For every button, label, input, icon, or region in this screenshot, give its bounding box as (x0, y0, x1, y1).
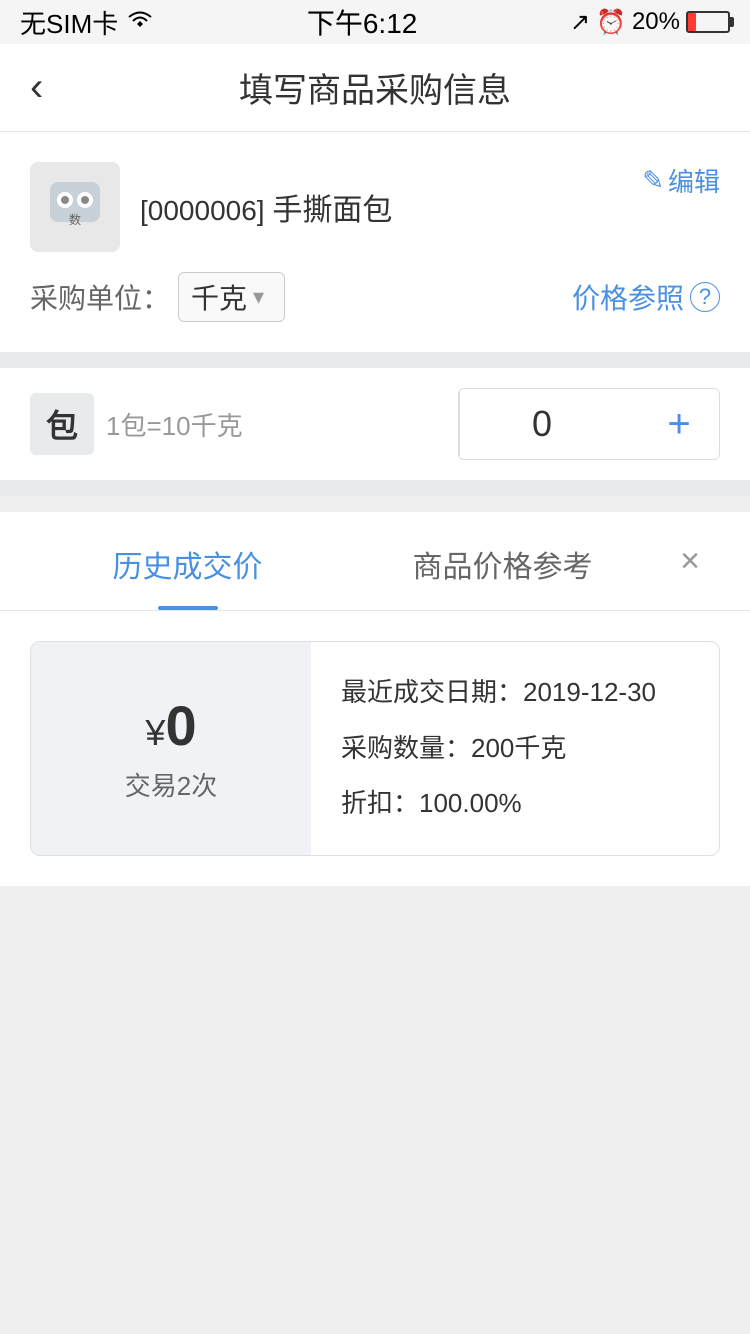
location-icon: ↗ (570, 8, 590, 37)
page-title: 填写商品采购信息 (239, 63, 511, 112)
dropdown-arrow: ▾ (253, 284, 264, 310)
transaction-detail-panel: 最近成交日期：2019-12-30 采购数量：200千克 折扣：100.00% (311, 642, 719, 855)
recent-date-value: 2019-12-30 (523, 677, 656, 707)
recent-date-label: 最近成交日期： (341, 677, 523, 707)
tab-bar: 历史成交价 商品价格参考 × (0, 512, 750, 611)
transaction-section: ¥0 交易2次 最近成交日期：2019-12-30 采购数量：200千克 折扣：… (0, 611, 750, 886)
unit-tag: 包 (30, 393, 94, 455)
unit-select-wrapper: 采购单位： 千克 ▾ (30, 272, 285, 322)
product-logo: 数 (45, 172, 105, 242)
tab-product-price-reference[interactable]: 商品价格参考 (345, 512, 660, 610)
edit-button[interactable]: ✎ 编辑 (642, 162, 720, 199)
transaction-quantity: 采购数量：200千克 (341, 728, 689, 770)
unit-dropdown[interactable]: 千克 ▾ (178, 272, 285, 322)
main-content: 数 [0000006] 手撕面包 ✎ 编辑 采购单位： 千克 ▾ (0, 132, 750, 1334)
product-header: 数 [0000006] 手撕面包 ✎ 编辑 (30, 162, 720, 252)
product-card: 数 [0000006] 手撕面包 ✎ 编辑 采购单位： 千克 ▾ (0, 132, 750, 352)
wifi-icon (126, 7, 154, 38)
back-button[interactable]: ‹ (30, 65, 43, 110)
quantity-plus-button[interactable]: + (639, 389, 719, 459)
price-symbol: ¥ (145, 712, 165, 753)
product-left: 数 [0000006] 手撕面包 (30, 162, 392, 252)
price-ref-help-icon: ? (690, 282, 720, 312)
quantity-label: 采购数量： (341, 733, 471, 763)
status-bar: 无SIM卡 下午6:12 ↗ ⏰ 20% (0, 0, 750, 44)
transaction-price: ¥0 (145, 693, 196, 758)
price-ref-label: 价格参照 (572, 277, 684, 317)
price-reference-button[interactable]: 价格参照 ? (572, 277, 720, 317)
edit-icon: ✎ (642, 165, 664, 196)
alarm-icon: ⏰ (596, 8, 626, 37)
status-left: 无SIM卡 (20, 4, 154, 41)
status-time: 下午6:12 (307, 2, 418, 42)
transaction-price-panel: ¥0 交易2次 (31, 642, 311, 855)
status-right: ↗ ⏰ 20% (570, 8, 730, 37)
transaction-card: ¥0 交易2次 最近成交日期：2019-12-30 采购数量：200千克 折扣：… (30, 641, 720, 856)
section-divider-2 (0, 480, 750, 496)
price-value: 0 (165, 694, 196, 757)
quantity-control: + (458, 388, 720, 460)
tab-product-price-label: 商品价格参考 (413, 551, 593, 584)
nav-bar: ‹ 填写商品采购信息 (0, 44, 750, 132)
carrier-label: 无SIM卡 (20, 4, 118, 41)
quantity-value: 200千克 (471, 733, 566, 763)
product-name: 手撕面包 (272, 194, 392, 227)
product-id: [0000006] (140, 195, 265, 226)
tab-history-price[interactable]: 历史成交价 (30, 512, 345, 610)
unit-label: 采购单位： (30, 277, 170, 317)
transaction-discount: 折扣：100.00% (341, 783, 689, 825)
transaction-count: 交易2次 (125, 766, 217, 803)
discount-value: 100.00% (419, 788, 522, 818)
product-unit-row: 采购单位： 千克 ▾ 价格参照 ? (30, 272, 720, 322)
product-thumbnail: 数 (30, 162, 120, 252)
product-name-wrapper: [0000006] 手撕面包 (140, 185, 392, 229)
battery-icon (686, 11, 730, 33)
quantity-row: 包 1包=10千克 + (0, 368, 750, 480)
battery-percent: 20% (632, 8, 680, 36)
close-button[interactable]: × (660, 531, 720, 591)
edit-label: 编辑 (668, 162, 720, 199)
quantity-input[interactable] (459, 389, 639, 459)
bottom-sheet: 历史成交价 商品价格参考 × ¥0 交易2次 最近成交日期：2019-12-30 (0, 512, 750, 886)
tab-history-price-label: 历史成交价 (113, 551, 263, 584)
section-divider (0, 352, 750, 368)
unit-conversion: 1包=10千克 (106, 406, 243, 443)
discount-label: 折扣： (341, 788, 419, 818)
unit-value: 千克 (191, 277, 247, 317)
svg-text:数: 数 (69, 212, 81, 227)
transaction-recent-date: 最近成交日期：2019-12-30 (341, 672, 689, 714)
quantity-left: 包 1包=10千克 (30, 393, 243, 455)
